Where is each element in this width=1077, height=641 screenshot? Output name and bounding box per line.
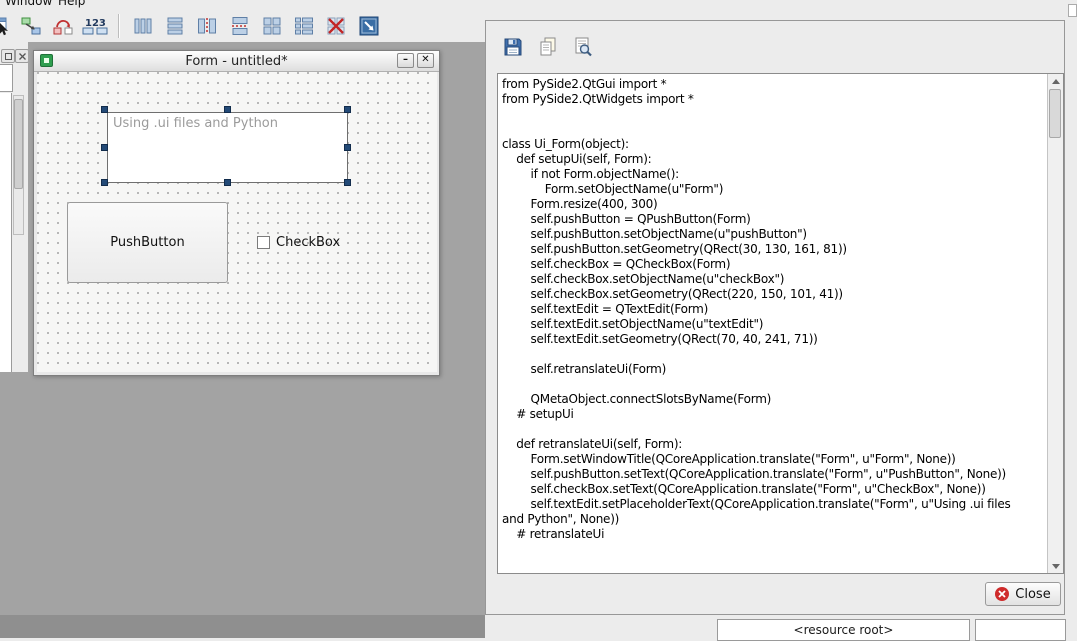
selection-handle-bottom-left[interactable] xyxy=(101,179,108,186)
mdi-area-left xyxy=(0,372,28,638)
edit-buddies-icon[interactable] xyxy=(50,13,76,39)
layout-grid-icon[interactable] xyxy=(259,13,285,39)
svg-text:123: 123 xyxy=(85,18,106,29)
layout-form-icon[interactable] xyxy=(291,13,317,39)
layout-vertical-splitter-icon[interactable] xyxy=(227,13,253,39)
selection-handle-bottom-middle[interactable] xyxy=(224,179,231,186)
main-toolbar: 123 xyxy=(0,9,485,42)
bottom-dock-strip xyxy=(0,615,485,638)
edit-tab-order-icon[interactable]: 123 xyxy=(80,13,110,39)
edit-widgets-icon[interactable] xyxy=(0,13,14,39)
code-line xyxy=(502,377,1048,392)
code-line: self.pushButton.setText(QCoreApplication… xyxy=(502,467,1048,482)
widgetbox-filter-fragment[interactable] xyxy=(0,64,13,92)
textedit-widget[interactable]: Using .ui files and Python xyxy=(107,112,348,183)
layout-horizontal-splitter-icon[interactable] xyxy=(194,13,220,39)
copy-icon[interactable] xyxy=(535,34,561,60)
close-button-label: Close xyxy=(1015,587,1050,602)
find-icon[interactable] xyxy=(570,34,596,60)
code-line: def retranslateUi(self, Form): xyxy=(502,437,1048,452)
save-icon[interactable] xyxy=(500,34,526,60)
selection-handle-top-middle[interactable] xyxy=(224,106,231,113)
code-line xyxy=(502,107,1048,122)
dock-close-button[interactable] xyxy=(15,49,29,63)
scroll-up-icon[interactable] xyxy=(1048,74,1063,88)
form-window: Form - untitled* – ✕ Using .ui files and… xyxy=(33,50,440,376)
widgetbox-panel-fragment xyxy=(0,93,12,372)
code-line: from PySide2.QtWidgets import * xyxy=(502,92,1048,107)
code-vertical-scrollbar[interactable] xyxy=(1047,74,1063,573)
layout-horizontal-icon[interactable] xyxy=(130,13,156,39)
code-line xyxy=(502,347,1048,362)
menubar: Window Help xyxy=(0,0,480,9)
code-line: self.checkBox.setObjectName(u"checkBox") xyxy=(502,272,1048,287)
widgetbox-scrollbar-thumb[interactable] xyxy=(14,99,23,189)
pushbutton-label: PushButton xyxy=(110,235,184,250)
code-line: # setupUi xyxy=(502,407,1048,422)
code-content[interactable]: from PySide2.QtGui import *from PySide2.… xyxy=(498,74,1048,571)
code-line: from PySide2.QtGui import * xyxy=(502,77,1048,92)
checkbox-label: CheckBox xyxy=(276,235,340,250)
close-red-icon xyxy=(995,587,1009,601)
code-line: self.retranslateUi(Form) xyxy=(502,362,1048,377)
form-minimize-button[interactable]: – xyxy=(397,53,414,68)
adjust-size-icon[interactable] xyxy=(356,13,382,39)
code-line: self.checkBox = QCheckBox(Form) xyxy=(502,257,1048,272)
widgetbox-scrollbar[interactable] xyxy=(13,95,24,235)
checkbox-indicator[interactable] xyxy=(257,236,270,249)
top-right-panel-fragment xyxy=(1068,4,1077,17)
code-line: class Ui_Form(object): xyxy=(502,137,1048,152)
close-button[interactable]: Close xyxy=(985,582,1061,606)
code-line: self.pushButton = QPushButton(Form) xyxy=(502,212,1048,227)
code-line: Form.resize(400, 300) xyxy=(502,197,1048,212)
code-dialog-toolbar xyxy=(500,34,596,60)
code-line: self.textEdit = QTextEdit(Form) xyxy=(502,302,1048,317)
code-area[interactable]: from PySide2.QtGui import *from PySide2.… xyxy=(497,73,1064,574)
selection-handle-middle-right[interactable] xyxy=(344,144,351,151)
code-line xyxy=(502,122,1048,137)
edit-signals-slots-icon[interactable] xyxy=(18,13,44,39)
form-window-title: Form - untitled* xyxy=(34,54,439,69)
scroll-down-icon[interactable] xyxy=(1048,559,1063,573)
code-line: QMetaObject.connectSlotsByName(Form) xyxy=(502,392,1048,407)
code-line: self.pushButton.setGeometry(QRect(30, 13… xyxy=(502,242,1048,257)
code-line: self.textEdit.setGeometry(QRect(70, 40, … xyxy=(502,332,1048,347)
menu-window[interactable]: Window xyxy=(5,0,52,8)
selection-handle-top-right[interactable] xyxy=(344,106,351,113)
selection-handle-bottom-right[interactable] xyxy=(344,179,351,186)
selection-handle-middle-left[interactable] xyxy=(101,144,108,151)
form-close-button[interactable]: ✕ xyxy=(417,53,434,68)
selection-handle-top-left[interactable] xyxy=(101,106,108,113)
dock-float-button[interactable] xyxy=(1,49,15,63)
code-line: self.textEdit.setPlaceholderText(QCoreAp… xyxy=(502,497,1048,512)
checkbox-widget[interactable]: CheckBox xyxy=(257,222,358,263)
pushbutton-widget[interactable]: PushButton xyxy=(67,202,228,283)
code-line: self.textEdit.setObjectName(u"textEdit") xyxy=(502,317,1048,332)
toolbar-separator xyxy=(118,14,120,38)
code-preview-dialog: from PySide2.QtGui import *from PySide2.… xyxy=(485,20,1065,615)
form-canvas[interactable]: Using .ui files and Python PushButton Ch… xyxy=(37,72,437,372)
menu-help[interactable]: Help xyxy=(58,0,85,8)
code-line: self.checkBox.setText(QCoreApplication.t… xyxy=(502,482,1048,497)
code-line xyxy=(502,422,1048,437)
form-titlebar[interactable]: Form - untitled* – ✕ xyxy=(34,51,439,72)
code-line: def setupUi(self, Form): xyxy=(502,152,1048,167)
code-line: Form.setWindowTitle(QCoreApplication.tra… xyxy=(502,452,1048,467)
code-line: self.pushButton.setObjectName(u"pushButt… xyxy=(502,227,1048,242)
layout-vertical-icon[interactable] xyxy=(162,13,188,39)
code-line: if not Form.objectName(): xyxy=(502,167,1048,182)
code-line: # retranslateUi xyxy=(502,527,1048,542)
code-line: and Python", None)) xyxy=(502,512,1048,527)
code-line: Form.setObjectName(u"Form") xyxy=(502,182,1048,197)
textedit-placeholder: Using .ui files and Python xyxy=(113,116,342,131)
scrollbar-thumb[interactable] xyxy=(1049,89,1061,138)
code-line: self.checkBox.setGeometry(QRect(220, 150… xyxy=(502,287,1048,302)
break-layout-icon[interactable] xyxy=(323,13,349,39)
